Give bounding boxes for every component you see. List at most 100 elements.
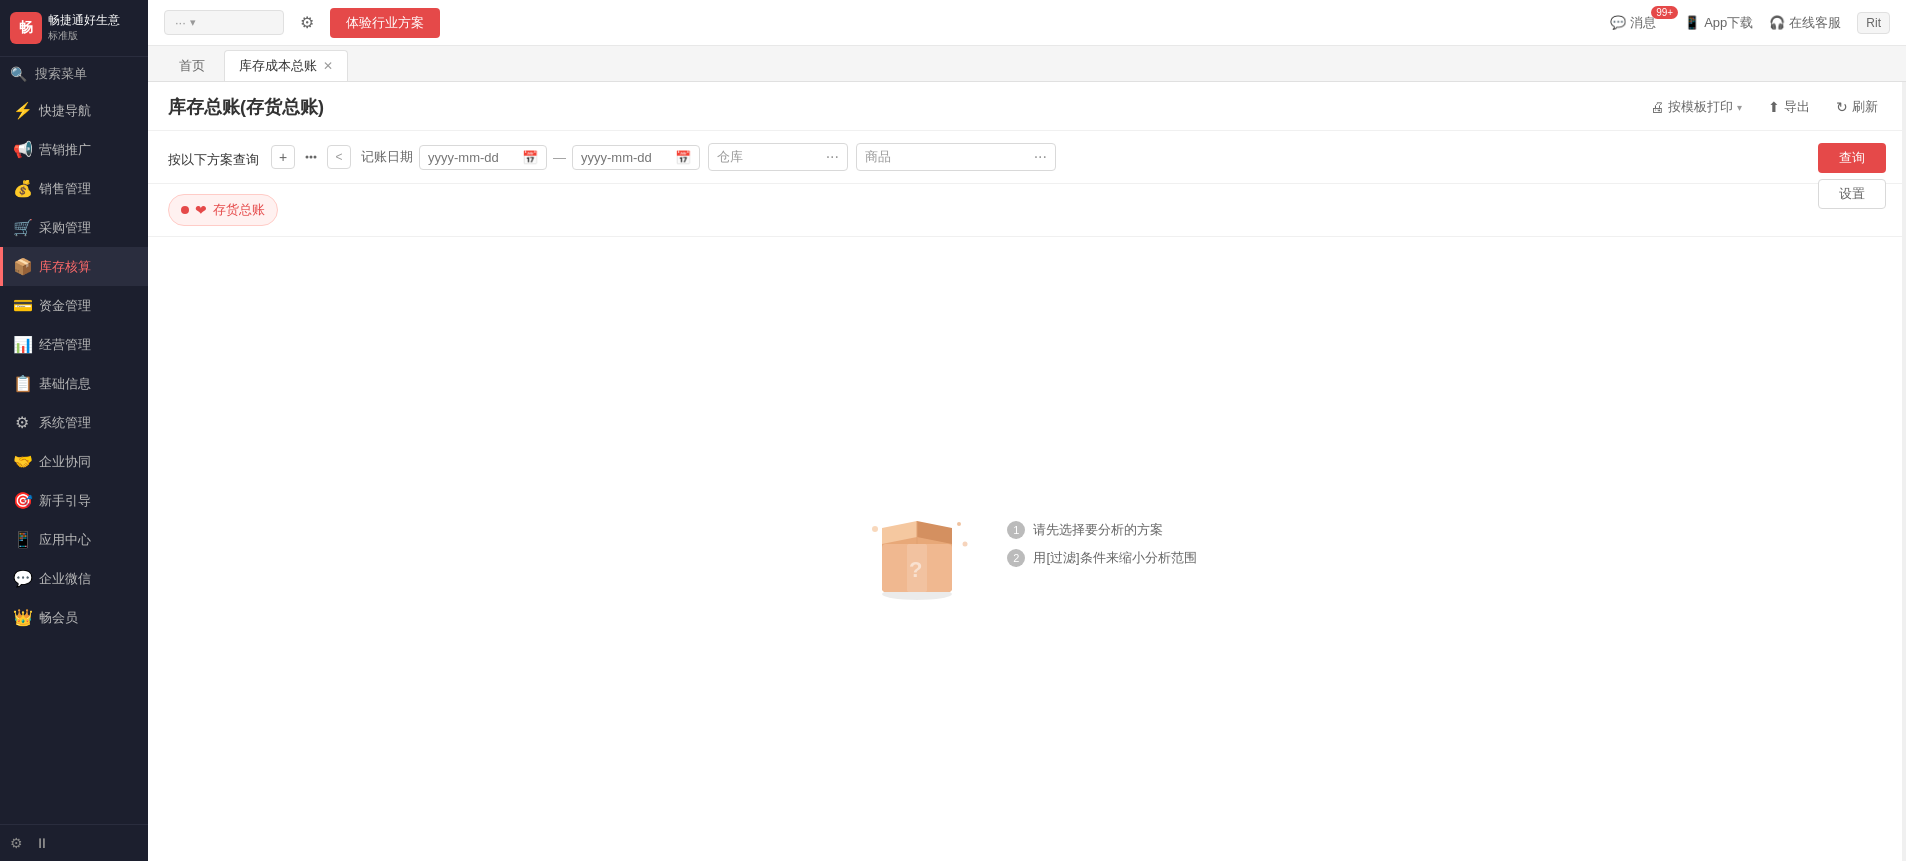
quicknav-icon: ⚡ — [13, 101, 31, 120]
filter-controls: + < 记账日期 — [271, 143, 1886, 171]
svg-point-13 — [963, 542, 968, 547]
support-btn[interactable]: 🎧 在线客服 — [1769, 14, 1841, 32]
purchase-label: 采购管理 — [39, 219, 91, 237]
marketing-icon: 📢 — [13, 140, 31, 159]
headset-icon: 🎧 — [1769, 15, 1785, 30]
finance-label: 资金管理 — [39, 297, 91, 315]
sidebar-item-quicknav[interactable]: ⚡ 快捷导航 — [0, 91, 148, 130]
print-label: 按模板打印 — [1668, 98, 1733, 116]
industry-btn[interactable]: 体验行业方案 — [330, 8, 440, 38]
user-info[interactable]: Rit — [1857, 12, 1890, 34]
sidebar-item-purchase[interactable]: 🛒 采购管理 — [0, 208, 148, 247]
tab-close-icon[interactable]: ✕ — [323, 60, 333, 72]
date-start-input[interactable] — [428, 150, 518, 165]
refresh-btn[interactable]: ↻ 刷新 — [1828, 94, 1886, 120]
sidebar: 畅 畅捷通好生意 标准版 🔍 搜索菜单 ⚡ 快捷导航 📢 营销推广 💰 销售管理… — [0, 0, 148, 861]
date-end-wrap[interactable]: 📅 — [572, 145, 700, 170]
empty-svg-illustration: ? — [857, 489, 977, 609]
purchase-icon: 🛒 — [13, 218, 31, 237]
product-select[interactable]: 商品 ··· — [856, 143, 1056, 171]
sidebar-item-finance[interactable]: 💳 资金管理 — [0, 286, 148, 325]
refresh-label: 刷新 — [1852, 98, 1878, 116]
sales-icon: 💰 — [13, 179, 31, 198]
warehouse-select[interactable]: 仓库 ··· — [708, 143, 848, 171]
export-btn[interactable]: ⬆ 导出 — [1760, 94, 1818, 120]
search-menu-item[interactable]: 🔍 搜索菜单 — [0, 57, 148, 91]
appstore-label: 应用中心 — [39, 531, 91, 549]
app-download-label: App下载 — [1704, 14, 1753, 32]
export-label: 导出 — [1784, 98, 1810, 116]
sidebar-item-wechat[interactable]: 💬 企业微信 — [0, 559, 148, 598]
date-end-input[interactable] — [581, 150, 671, 165]
main-area: ··· ▾ ⚙ 体验行业方案 💬 消息 99+ 📱 App下载 🎧 在线客服 — [148, 0, 1906, 861]
svg-text:?: ? — [909, 557, 922, 582]
audio-footer-icon: ⏸ — [35, 835, 49, 851]
topbar-settings-btn[interactable]: ⚙ — [292, 8, 322, 38]
app-name: 畅捷通好生意 — [48, 13, 120, 29]
filter-add-buttons: + < — [271, 145, 351, 169]
more-filter-btn[interactable] — [299, 145, 323, 169]
sidebar-item-appstore[interactable]: 📱 应用中心 — [0, 520, 148, 559]
sidebar-item-inventory[interactable]: 📦 库存核算 — [0, 247, 148, 286]
tab-home[interactable]: 首页 — [164, 50, 220, 81]
sidebar-item-system[interactable]: ⚙ 系统管理 — [0, 403, 148, 442]
scheme-item-inventory-ledger[interactable]: ❤ 存货总账 — [168, 194, 278, 226]
print-btn[interactable]: 🖨 按模板打印 ▾ — [1642, 94, 1750, 120]
tab-home-label: 首页 — [179, 57, 205, 75]
warehouse-more-icon: ··· — [826, 148, 839, 166]
sidebar-item-sales[interactable]: 💰 销售管理 — [0, 169, 148, 208]
sidebar-item-member[interactable]: 👑 畅会员 — [0, 598, 148, 637]
quicknav-label: 快捷导航 — [39, 102, 91, 120]
page-title: 库存总账(存货总账) — [168, 95, 324, 119]
message-icon: 💬 — [1610, 15, 1626, 30]
messages-btn[interactable]: 💬 消息 99+ — [1610, 14, 1668, 32]
sidebar-item-operations[interactable]: 📊 经营管理 — [0, 325, 148, 364]
page-header: 库存总账(存货总账) 🖨 按模板打印 ▾ ⬆ 导出 ↻ 刷新 — [148, 82, 1906, 131]
empty-step-1: 1 请先选择要分析的方案 — [1007, 521, 1196, 539]
audio-footer-btn[interactable]: ⏸ — [35, 835, 49, 851]
empty-state: ? 1 请先选择要分析的方案 2 用[过滤]条件来缩小分析范围 — [148, 237, 1906, 861]
sidebar-item-enterprise[interactable]: 🤝 企业协同 — [0, 442, 148, 481]
sidebar-item-basic[interactable]: 📋 基础信息 — [0, 364, 148, 403]
empty-illustration: ? — [857, 489, 977, 609]
search-btn[interactable]: 查询 — [1818, 143, 1886, 173]
svg-point-2 — [314, 156, 317, 159]
date-filter-field: 记账日期 📅 — 📅 — [361, 145, 700, 170]
tabs-bar: 首页 库存成本总账 ✕ — [148, 46, 1906, 82]
top-bar: ··· ▾ ⚙ 体验行业方案 💬 消息 99+ 📱 App下载 🎧 在线客服 — [148, 0, 1906, 46]
collapse-filter-btn[interactable]: < — [327, 145, 351, 169]
guide-label: 新手引导 — [39, 492, 91, 510]
inventory-icon: 📦 — [13, 257, 31, 276]
settings-btn[interactable]: 设置 — [1818, 179, 1886, 209]
right-panel — [1902, 82, 1906, 861]
date-start-wrap[interactable]: 📅 — [419, 145, 547, 170]
messages-badge: 99+ — [1651, 6, 1678, 19]
tab-inventory-ledger-label: 库存成本总账 — [239, 57, 317, 75]
sidebar-item-marketing[interactable]: 📢 营销推广 — [0, 130, 148, 169]
add-filter-btn[interactable]: + — [271, 145, 295, 169]
filter-label: 按以下方案查询 — [168, 151, 259, 169]
support-label: 在线客服 — [1789, 14, 1841, 32]
member-icon: 👑 — [13, 608, 31, 627]
tab-inventory-ledger[interactable]: 库存成本总账 ✕ — [224, 50, 348, 81]
topbar-settings-icon: ⚙ — [300, 13, 314, 32]
settings-footer-btn[interactable]: ⚙ — [10, 835, 23, 851]
scheme-icon: ❤ — [195, 202, 207, 218]
app-download-btn[interactable]: 📱 App下载 — [1684, 14, 1753, 32]
scheme-dot — [181, 206, 189, 214]
user-name: Rit — [1866, 16, 1881, 30]
breadcrumb[interactable]: ··· ▾ — [164, 10, 284, 35]
export-icon: ⬆ — [1768, 99, 1780, 115]
sidebar-item-guide[interactable]: 🎯 新手引导 — [0, 481, 148, 520]
logo-icon: 畅 — [10, 12, 42, 44]
filter-right-buttons: 查询 设置 — [1818, 143, 1886, 209]
search-menu-label: 搜索菜单 — [35, 65, 87, 83]
basic-icon: 📋 — [13, 374, 31, 393]
calendar-end-icon: 📅 — [675, 150, 691, 165]
date-field-label: 记账日期 — [361, 148, 413, 166]
phone-icon: 📱 — [1684, 15, 1700, 30]
step1-number: 1 — [1007, 521, 1025, 539]
refresh-icon: ↻ — [1836, 99, 1848, 115]
svg-point-1 — [310, 156, 313, 159]
print-icon: 🖨 — [1650, 99, 1664, 115]
